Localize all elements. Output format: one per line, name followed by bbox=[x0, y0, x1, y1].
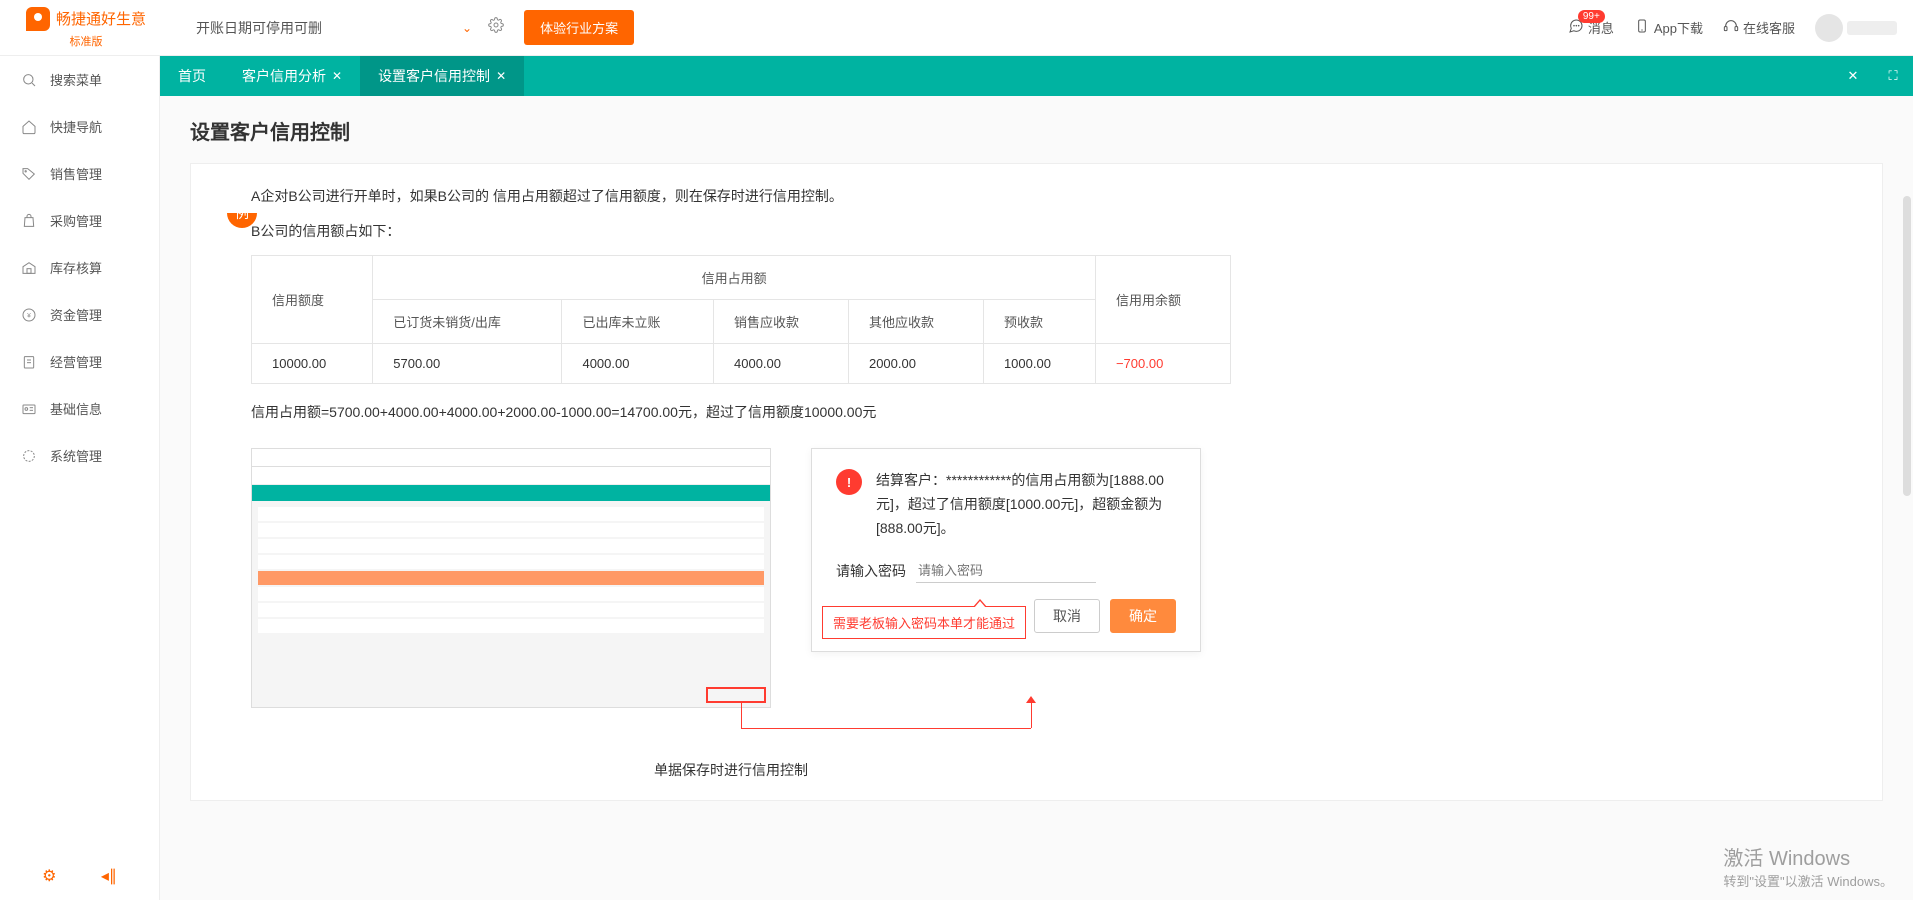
cancel-button[interactable]: 取消 bbox=[1034, 599, 1100, 633]
sidebar-item-quick-nav[interactable]: 快捷导航 bbox=[0, 103, 159, 150]
credit-table: 信用额度 信用占用额 信用用余额 已订货未销货/出库 已出库未立账 销售应收款 … bbox=[251, 255, 1231, 384]
try-industry-plan-button[interactable]: 体验行业方案 bbox=[524, 10, 634, 45]
alert-icon: ! bbox=[836, 469, 862, 495]
tab-credit-analysis[interactable]: 客户信用分析 ✕ bbox=[224, 56, 360, 96]
messages-badge: 99+ bbox=[1578, 10, 1605, 23]
sidebar-item-sales[interactable]: 销售管理 bbox=[0, 150, 159, 197]
tab-home[interactable]: 首页 bbox=[160, 56, 224, 96]
sales-order-screenshot bbox=[251, 448, 771, 708]
credit-warning-dialog: ! 结算客户：************的信用占用额为[1888.00元]，超过了… bbox=[811, 448, 1201, 651]
ok-button[interactable]: 确定 bbox=[1110, 599, 1176, 633]
page-body: 设置客户信用控制 例 A企对B公司进行开单时，如果B公司的 信用占用额超过了信用… bbox=[160, 96, 1913, 900]
card-icon bbox=[20, 400, 38, 418]
fullscreen-icon[interactable]: ⛶ bbox=[1873, 56, 1913, 96]
example-card: 例 A企对B公司进行开单时，如果B公司的 信用占用额超过了信用额度，则在保存时进… bbox=[190, 163, 1883, 801]
dialog-message: 结算客户：************的信用占用额为[1888.00元]，超过了信用… bbox=[876, 469, 1176, 540]
sidebar-item-label: 销售管理 bbox=[50, 164, 102, 183]
sidebar-item-label: 基础信息 bbox=[50, 399, 102, 418]
password-label: 请输入密码 bbox=[836, 561, 906, 581]
search-icon bbox=[20, 71, 38, 89]
chevron-down-icon: ⌄ bbox=[462, 21, 472, 35]
headset-icon bbox=[1723, 18, 1739, 37]
warehouse-icon bbox=[20, 259, 38, 277]
brand-block: 畅捷通好生意 标准版 bbox=[16, 7, 156, 49]
tag-icon bbox=[20, 165, 38, 183]
brand-logo-icon bbox=[26, 7, 50, 31]
cell-val: 4000.00 bbox=[714, 344, 849, 384]
th-credit-limit: 信用额度 bbox=[252, 256, 373, 344]
cell-val: 2000.00 bbox=[848, 344, 983, 384]
sidebar-item-purchase[interactable]: 采购管理 bbox=[0, 197, 159, 244]
password-note-text: 需要老板输入密码本单才能通过 bbox=[833, 616, 1015, 631]
bag-icon bbox=[20, 212, 38, 230]
brand-edition: 标准版 bbox=[70, 33, 103, 49]
intro-text: A企对B公司进行开单时，如果B公司的 信用占用额超过了信用额度，则在保存时进行信… bbox=[251, 184, 1862, 209]
th-usage-group: 信用占用额 bbox=[373, 256, 1096, 300]
user-menu[interactable] bbox=[1815, 14, 1897, 42]
customer-service-link[interactable]: 在线客服 bbox=[1723, 18, 1795, 37]
home-icon bbox=[20, 118, 38, 136]
avatar-icon bbox=[1815, 14, 1843, 42]
username-placeholder bbox=[1847, 21, 1897, 35]
save-highlight-box bbox=[706, 687, 766, 703]
clipboard-icon bbox=[20, 353, 38, 371]
th-col: 其他应收款 bbox=[848, 300, 983, 344]
app-download-label: App下载 bbox=[1654, 18, 1703, 37]
customer-service-label: 在线客服 bbox=[1743, 18, 1795, 37]
coin-icon: ¥ bbox=[20, 306, 38, 324]
password-note: 需要老板输入密码本单才能通过 bbox=[822, 606, 1026, 639]
illustration-caption: 单据保存时进行信用控制 bbox=[251, 760, 1211, 780]
tab-label: 客户信用分析 bbox=[242, 66, 326, 86]
messages-link[interactable]: 99+ 消息 bbox=[1568, 18, 1614, 37]
intro-text-2: B公司的信用额占如下： bbox=[251, 221, 1862, 241]
cell-val: 4000.00 bbox=[562, 344, 714, 384]
account-period-selector[interactable]: 开账日期可停用可删 ⌄ bbox=[196, 18, 472, 38]
sidebar-collapse-icon[interactable]: ◂∥ bbox=[101, 866, 117, 886]
page-title: 设置客户信用控制 bbox=[190, 116, 1883, 145]
sidebar: 搜索菜单 快捷导航 销售管理 采购管理 库存核算 ¥ 资金管理 经营管理 基础信 bbox=[0, 56, 160, 900]
brand-name: 畅捷通好生意 bbox=[56, 8, 146, 29]
sidebar-item-label: 系统管理 bbox=[50, 446, 102, 465]
sidebar-item-label: 资金管理 bbox=[50, 305, 102, 324]
close-icon[interactable]: ✕ bbox=[496, 69, 506, 83]
formula-text: 信用占用额=5700.00+4000.00+4000.00+2000.00-10… bbox=[251, 402, 1862, 422]
th-col: 已订货未销货/出库 bbox=[373, 300, 562, 344]
svg-text:¥: ¥ bbox=[27, 312, 31, 319]
sidebar-item-operations[interactable]: 经营管理 bbox=[0, 338, 159, 385]
sidebar-item-label: 经营管理 bbox=[50, 352, 102, 371]
th-col: 已出库未立账 bbox=[562, 300, 714, 344]
gear-ring-icon bbox=[20, 447, 38, 465]
sidebar-item-funds[interactable]: ¥ 资金管理 bbox=[0, 291, 159, 338]
cell-balance: −700.00 bbox=[1095, 344, 1230, 384]
tab-bar: 首页 客户信用分析 ✕ 设置客户信用控制 ✕ ✕ ⛶ bbox=[160, 56, 1913, 96]
scrollbar-thumb[interactable] bbox=[1903, 196, 1911, 496]
cell-limit: 10000.00 bbox=[252, 344, 373, 384]
app-download-link[interactable]: App下载 bbox=[1634, 18, 1703, 37]
top-header: 畅捷通好生意 标准版 开账日期可停用可删 ⌄ 体验行业方案 99+ 消息 App… bbox=[0, 0, 1913, 56]
cell-val: 1000.00 bbox=[983, 344, 1095, 384]
sidebar-item-label: 采购管理 bbox=[50, 211, 102, 230]
tab-label: 首页 bbox=[178, 66, 206, 86]
table-row: 10000.00 5700.00 4000.00 4000.00 2000.00… bbox=[252, 344, 1231, 384]
sidebar-item-label: 库存核算 bbox=[50, 258, 102, 277]
tab-label: 设置客户信用控制 bbox=[378, 66, 490, 86]
cell-val: 5700.00 bbox=[373, 344, 562, 384]
sidebar-item-basic-info[interactable]: 基础信息 bbox=[0, 385, 159, 432]
sidebar-item-label: 搜索菜单 bbox=[50, 70, 102, 89]
sidebar-item-label: 快捷导航 bbox=[50, 117, 102, 136]
sidebar-item-search[interactable]: 搜索菜单 bbox=[0, 56, 159, 103]
close-icon[interactable]: ✕ bbox=[332, 69, 342, 83]
sidebar-item-system[interactable]: 系统管理 bbox=[0, 432, 159, 479]
th-col: 销售应收款 bbox=[714, 300, 849, 344]
settings-gear-icon[interactable] bbox=[488, 17, 504, 38]
sidebar-item-inventory[interactable]: 库存核算 bbox=[0, 244, 159, 291]
sidebar-settings-icon[interactable]: ⚙ bbox=[42, 866, 56, 886]
close-all-tabs-icon[interactable]: ✕ bbox=[1833, 56, 1873, 96]
account-period-label: 开账日期可停用可删 bbox=[196, 18, 322, 38]
th-balance: 信用用余额 bbox=[1095, 256, 1230, 344]
th-col: 预收款 bbox=[983, 300, 1095, 344]
password-input[interactable] bbox=[916, 559, 1096, 583]
tab-credit-control-settings[interactable]: 设置客户信用控制 ✕ bbox=[360, 56, 524, 96]
mobile-icon bbox=[1634, 18, 1650, 37]
